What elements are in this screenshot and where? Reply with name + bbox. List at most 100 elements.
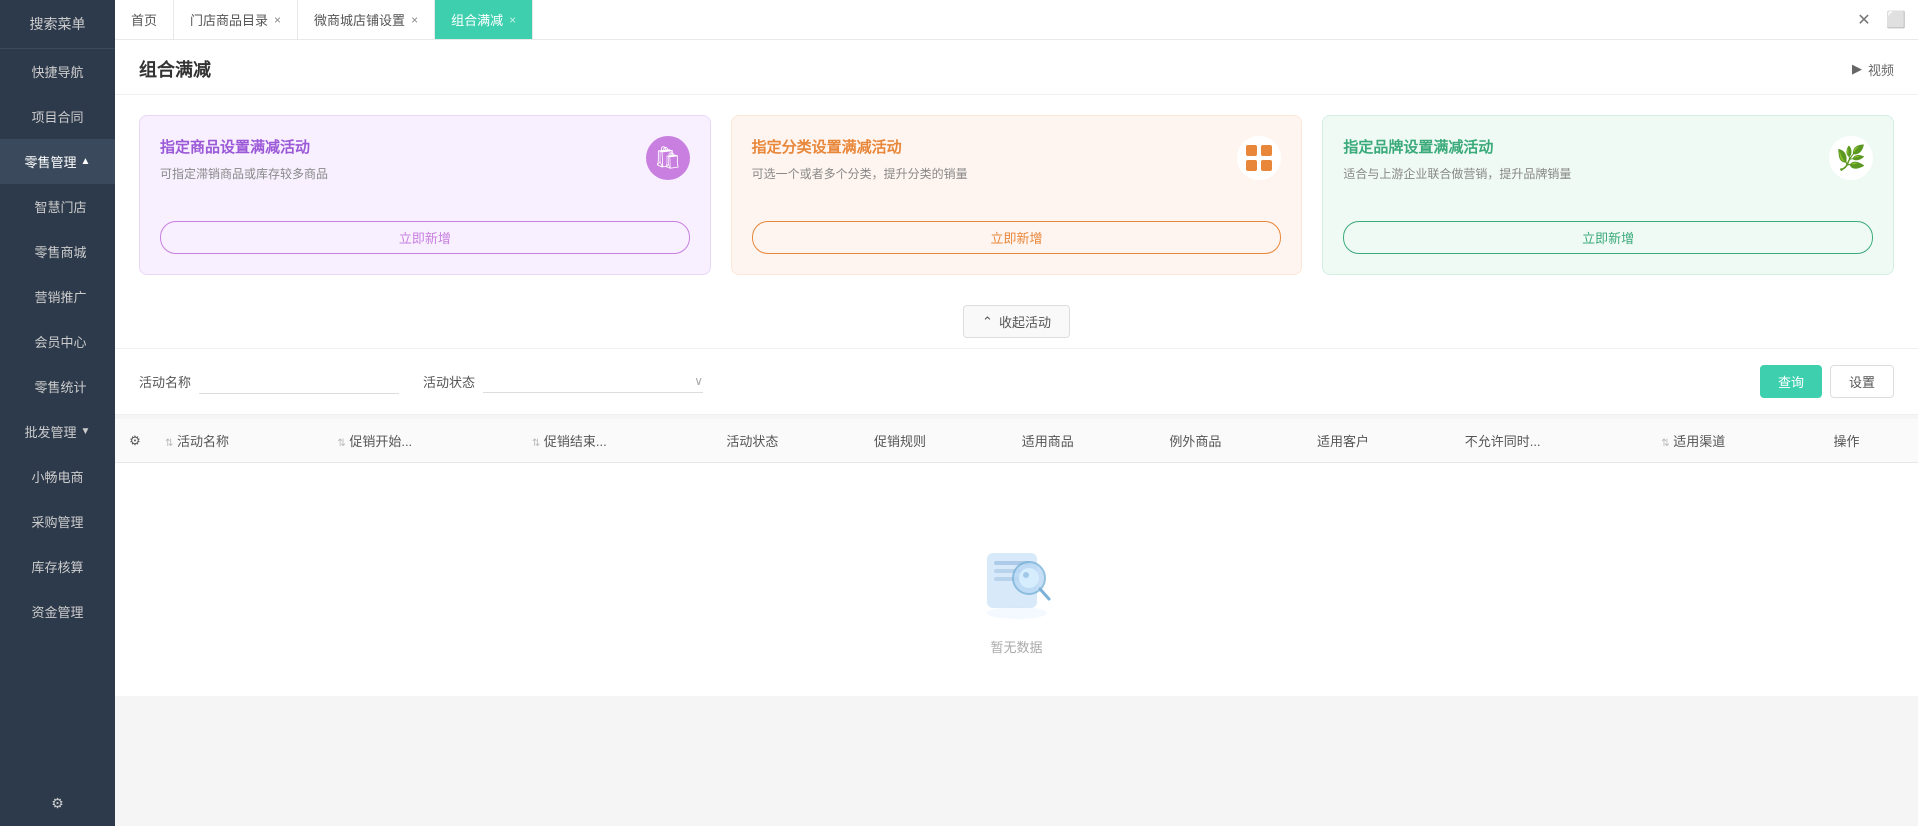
sidebar-item-label: 项目合同 xyxy=(31,107,83,126)
chevron-down-icon: ∨ xyxy=(694,374,703,388)
page-header: 组合满减 ▶ 视频 xyxy=(115,40,1918,95)
collapse-activities-button[interactable]: ⌃ 收起活动 xyxy=(963,305,1070,338)
sidebar-item-retail-mgmt[interactable]: 零售管理 ▲ xyxy=(0,139,115,184)
table-col-products-label: 适用商品 xyxy=(1022,434,1074,449)
leaf-icon: 🌿 xyxy=(1836,144,1866,173)
brand-discount-card-icon: 🌿 xyxy=(1829,136,1873,180)
sidebar-item-label: 采购管理 xyxy=(31,512,83,531)
tab-store-catalog[interactable]: 门店商品目录 × xyxy=(174,0,298,39)
tab-bar-actions: ✕ ⬜ xyxy=(1852,8,1918,32)
tab-combo-discount[interactable]: 组合满减 × xyxy=(435,0,533,39)
query-button[interactable]: 查询 xyxy=(1760,365,1822,398)
table-col-actions-label: 操作 xyxy=(1834,434,1860,449)
sidebar-search[interactable]: 搜索菜单 xyxy=(0,0,115,49)
sidebar-item-xiao-ecom[interactable]: 小畅电商 xyxy=(0,454,115,499)
product-discount-card-icon: 🛍 xyxy=(646,136,690,180)
filter-status-group: 活动状态 ∨ xyxy=(423,370,703,393)
empty-state-text: 暂无数据 xyxy=(990,637,1042,656)
sidebar-item-wholesale-mgmt[interactable]: 批发管理 ▼ xyxy=(0,409,115,454)
sidebar: 搜索菜单 快捷导航 项目合同 零售管理 ▲ 智慧门店 零售商城 营销推广 会员中… xyxy=(0,0,115,826)
sort-arrows: ⇅ xyxy=(532,438,540,449)
tab-bar: 首页 门店商品目录 × 微商城店铺设置 × 组合满减 × ✕ ⬜ xyxy=(115,0,1918,40)
sidebar-item-project-contract[interactable]: 项目合同 xyxy=(0,94,115,139)
sidebar-item-quick-nav[interactable]: 快捷导航 xyxy=(0,49,115,94)
page-title: 组合满减 xyxy=(139,56,211,82)
tab-wechat-store-close[interactable]: × xyxy=(411,13,418,27)
sidebar-item-inventory-check[interactable]: 库存核算 xyxy=(0,544,115,589)
tab-combo-discount-label: 组合满减 xyxy=(451,10,503,29)
table-header-start[interactable]: ⇅ 促销开始... xyxy=(327,419,522,463)
tab-home-label: 首页 xyxy=(131,10,157,29)
tab-wechat-store[interactable]: 微商城店铺设置 × xyxy=(298,0,435,39)
product-discount-add-button[interactable]: 立即新增 xyxy=(160,221,690,254)
table-header-rule: 促销规则 xyxy=(864,419,1012,463)
tab-store-catalog-close[interactable]: × xyxy=(274,13,281,27)
sort-arrows: ⇅ xyxy=(337,438,345,449)
sidebar-item-label: 智慧门店 xyxy=(34,197,86,216)
collapse-label: 收起活动 xyxy=(999,312,1051,331)
sidebar-item-label: 零售管理 xyxy=(25,152,77,171)
table-header-channel[interactable]: ⇅ 适用渠道 xyxy=(1651,419,1823,463)
video-label: 视频 xyxy=(1868,60,1894,79)
filter-status-select[interactable]: ∨ xyxy=(483,370,703,393)
table-col-start-label: 促销开始... xyxy=(349,434,412,449)
filter-name-group: 活动名称 xyxy=(139,370,399,394)
sidebar-item-purchase-mgmt[interactable]: 采购管理 xyxy=(0,499,115,544)
chevron-down-icon: ▼ xyxy=(81,426,91,437)
table-col-customers-label: 适用客户 xyxy=(1317,434,1369,449)
category-discount-card-title: 指定分类设置满减活动 xyxy=(752,136,1282,157)
filter-name-input[interactable] xyxy=(199,370,399,394)
bag-icon: 🛍 xyxy=(654,145,682,171)
sidebar-item-retail-stats[interactable]: 零售统计 xyxy=(0,364,115,409)
video-link[interactable]: ▶ 视频 xyxy=(1852,60,1894,79)
sort-arrows: ⇅ xyxy=(1661,438,1669,449)
table-header-row: ⚙ ⇅ 活动名称 ⇅ 促销开始... ⇅ 促销结束... xyxy=(115,419,1918,463)
table-col-excluded-label: 例外商品 xyxy=(1169,434,1221,449)
tab-home[interactable]: 首页 xyxy=(115,0,174,39)
tab-combo-discount-close[interactable]: × xyxy=(509,13,516,27)
table-header-no-concurrent: 不允许同时... xyxy=(1455,419,1652,463)
category-discount-add-button[interactable]: 立即新增 xyxy=(752,221,1282,254)
product-discount-card: 指定商品设置满减活动 可指定滞销商品或库存较多商品 🛍 立即新增 xyxy=(139,115,711,275)
table-header-name[interactable]: ⇅ 活动名称 xyxy=(155,419,327,463)
table-col-end-label: 促销结束... xyxy=(544,434,607,449)
category-discount-card-desc: 可选一个或者多个分类，提升分类的销量 xyxy=(752,165,1282,207)
brand-discount-card-title: 指定品牌设置满减活动 xyxy=(1343,136,1873,157)
empty-state: 暂无数据 xyxy=(115,463,1918,696)
sidebar-item-marketing[interactable]: 营销推广 xyxy=(0,274,115,319)
main-content: 首页 门店商品目录 × 微商城店铺设置 × 组合满减 × ✕ ⬜ 组合满减 ▶ … xyxy=(115,0,1918,826)
window-restore-button[interactable]: ⬜ xyxy=(1884,8,1908,32)
sidebar-item-finance-mgmt[interactable]: 资金管理 xyxy=(0,589,115,634)
table-header-customers: 适用客户 xyxy=(1307,419,1455,463)
gear-icon: ⚙ xyxy=(51,795,64,811)
window-close-button[interactable]: ✕ xyxy=(1852,8,1876,32)
filter-section: 活动名称 活动状态 ∨ 查询 设置 xyxy=(115,349,1918,415)
page-content: 组合满减 ▶ 视频 指定商品设置满减活动 可指定滞销商品或库存较多商品 🛍 立即… xyxy=(115,40,1918,826)
empty-state-icon xyxy=(967,523,1067,623)
product-discount-card-title: 指定商品设置满减活动 xyxy=(160,136,690,157)
table-header-products: 适用商品 xyxy=(1012,419,1160,463)
table-header-actions: 操作 xyxy=(1824,419,1918,463)
table-header-excluded: 例外商品 xyxy=(1159,419,1307,463)
table-header-status: 活动状态 xyxy=(716,419,864,463)
sidebar-item-label: 批发管理 xyxy=(25,422,77,441)
brand-discount-add-button[interactable]: 立即新增 xyxy=(1343,221,1873,254)
filter-status-label: 活动状态 xyxy=(423,372,475,391)
sidebar-item-retail-mall[interactable]: 零售商城 xyxy=(0,229,115,274)
brand-discount-card-desc: 适合与上游企业联合做营销，提升品牌销量 xyxy=(1343,165,1873,207)
sidebar-item-label: 库存核算 xyxy=(31,557,83,576)
sidebar-item-smart-store[interactable]: 智慧门店 xyxy=(0,184,115,229)
chevron-up-icon: ⌃ xyxy=(982,314,993,330)
sidebar-item-membership[interactable]: 会员中心 xyxy=(0,319,115,364)
sidebar-item-label: 零售商城 xyxy=(34,242,86,261)
table-col-channel-label: 适用渠道 xyxy=(1673,434,1725,449)
table-header-gear[interactable]: ⚙ xyxy=(115,419,155,463)
sidebar-settings[interactable]: ⚙ xyxy=(0,781,115,826)
sidebar-item-label: 营销推广 xyxy=(34,287,86,306)
tab-store-catalog-label: 门店商品目录 xyxy=(190,10,268,29)
chevron-up-icon: ▲ xyxy=(81,156,91,167)
table-header-end[interactable]: ⇅ 促销结束... xyxy=(522,419,717,463)
setting-button[interactable]: 设置 xyxy=(1830,365,1894,398)
gear-icon: ⚙ xyxy=(129,433,141,448)
play-icon: ▶ xyxy=(1852,61,1862,77)
